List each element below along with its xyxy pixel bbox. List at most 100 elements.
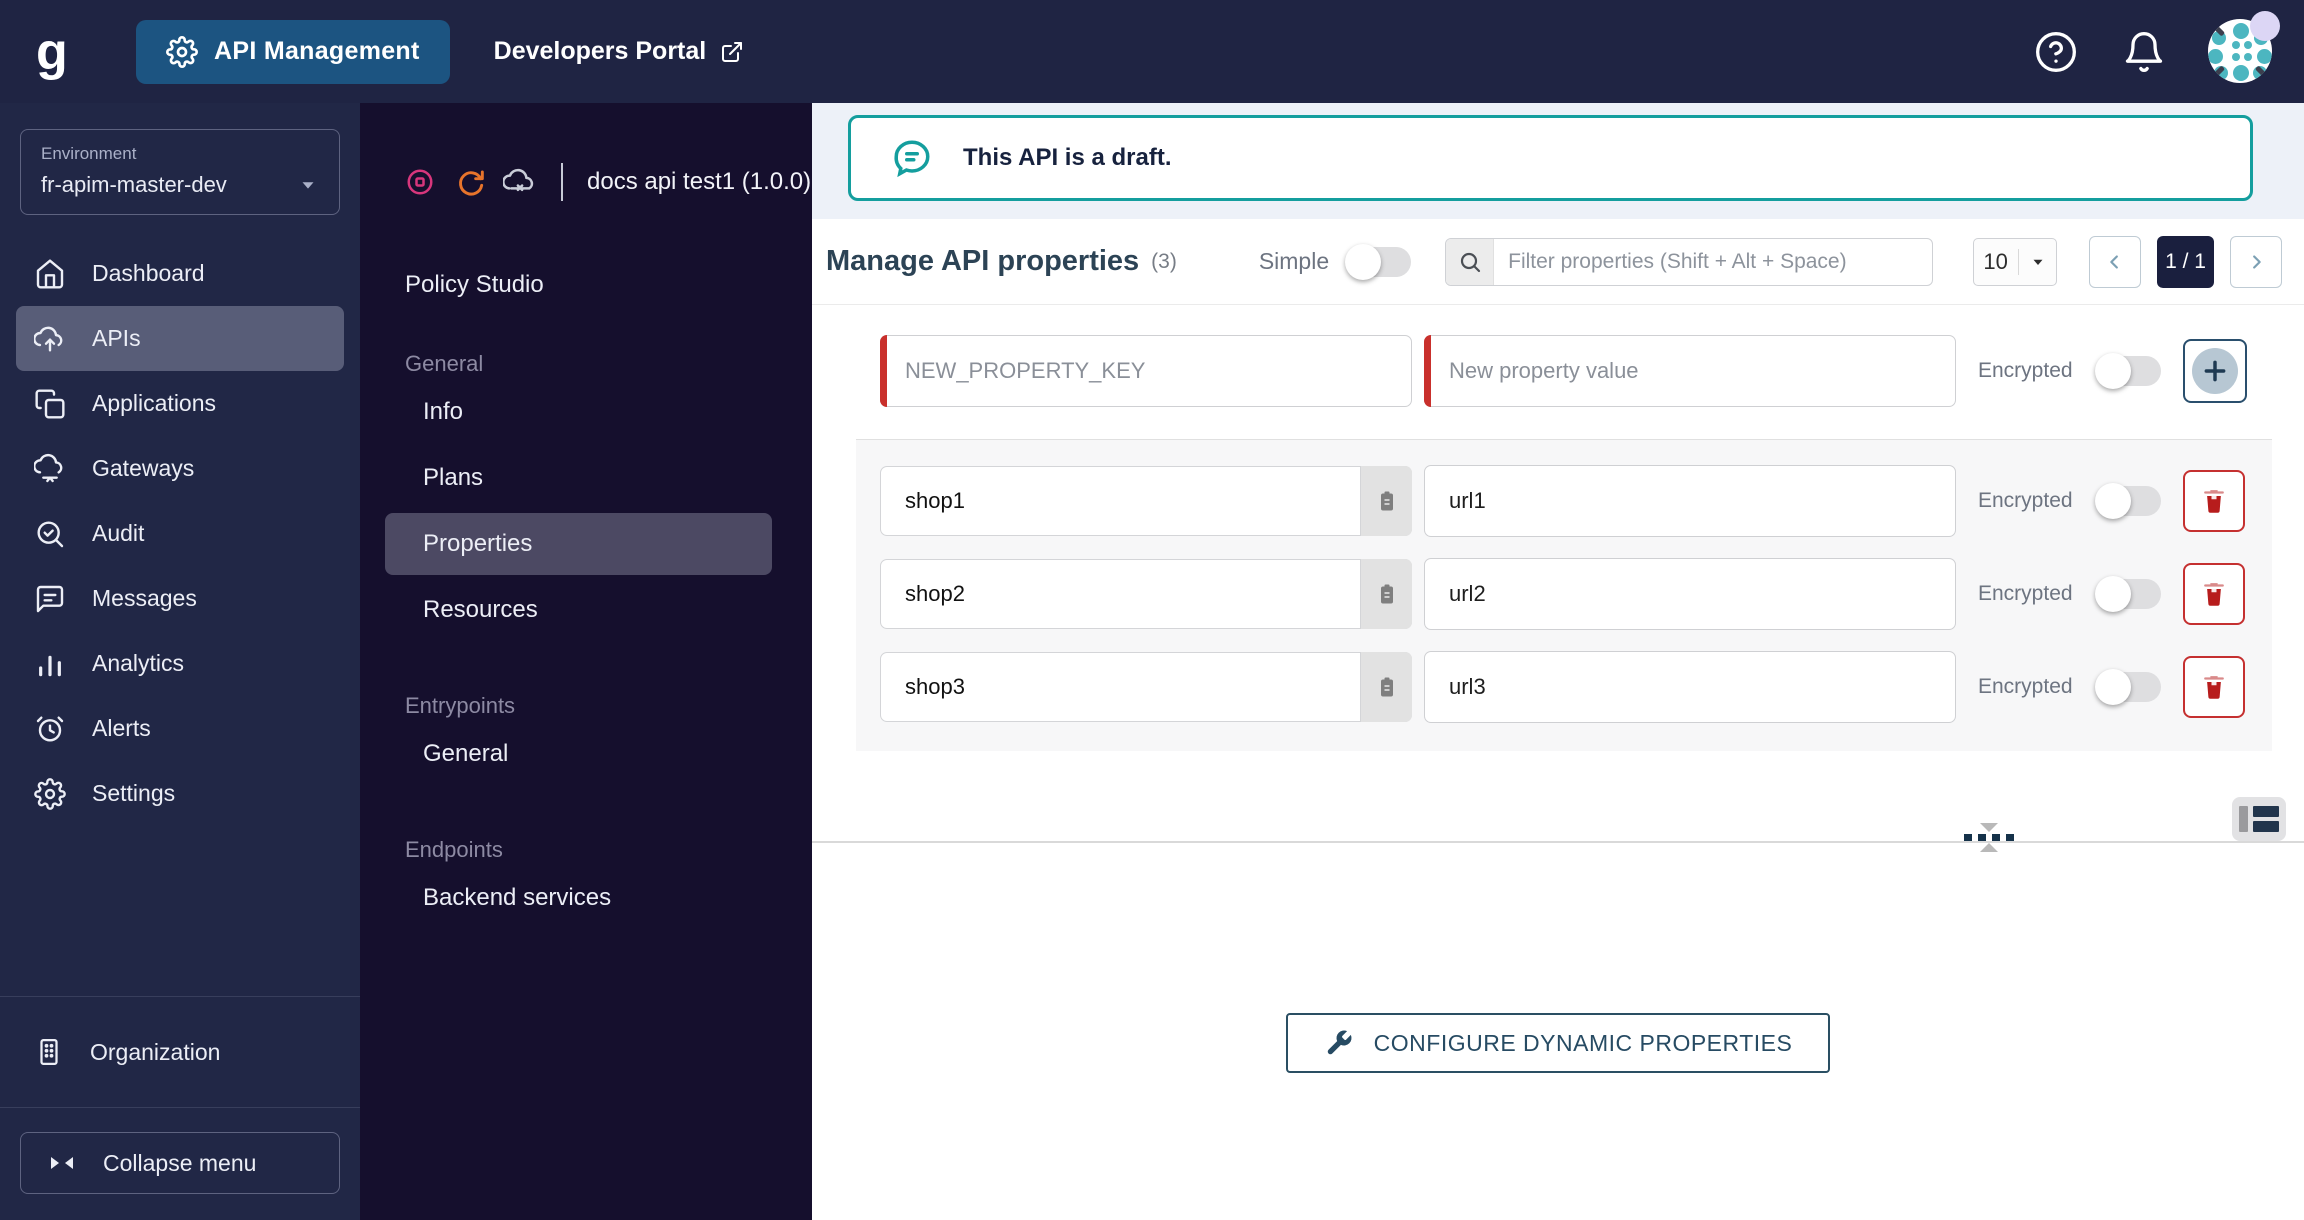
new-property-value-field (1424, 335, 1956, 407)
section-label-general: General (405, 351, 484, 376)
user-avatar[interactable] (2208, 10, 2280, 85)
alarm-icon (36, 715, 64, 742)
menu-item-plans[interactable]: Plans (385, 447, 772, 509)
collapse-menu-button[interactable]: Collapse menu (20, 1132, 340, 1194)
plus-icon (2191, 348, 2238, 394)
sidebar-item-apis[interactable]: APIs (16, 306, 344, 371)
delete-property-button[interactable] (2182, 655, 2245, 718)
encrypted-label: Encrypted (1978, 359, 2073, 382)
divider (812, 841, 2304, 843)
sidebar-item-label: Alerts (92, 715, 151, 741)
trash-icon (2203, 582, 2224, 606)
notifications-bell-icon[interactable] (2122, 30, 2166, 74)
sidebar-item-label: Analytics (92, 650, 185, 676)
encrypted-label: Encrypted (1978, 674, 2073, 698)
external-link-icon (722, 41, 743, 62)
property-encrypted-toggle[interactable] (2094, 668, 2161, 705)
api-title: docs api test1 (1.0.0) (587, 168, 812, 195)
property-value-input[interactable] (1424, 650, 1956, 723)
developers-portal-link[interactable]: Developers Portal (494, 37, 745, 66)
encrypted-label: Encrypted (1978, 488, 2073, 512)
help-icon[interactable] (2034, 30, 2078, 74)
table-row: Encrypted (856, 547, 2272, 640)
sidebar-item-label: Audit (92, 520, 145, 546)
collapse-label: Collapse menu (103, 1149, 257, 1176)
sidebar-item-audit[interactable]: Audit (16, 501, 344, 566)
property-key-input[interactable] (880, 651, 1412, 722)
draft-banner: This API is a draft. (848, 115, 2253, 201)
property-value-field (1424, 464, 1956, 537)
section-label-entrypoints: Entrypoints (405, 693, 516, 718)
clipboard-icon (1380, 584, 1393, 603)
copy-icon (35, 388, 65, 419)
new-property-key-field (880, 335, 1412, 407)
sidebar-item-label: Applications (92, 390, 217, 416)
new-property-value-input[interactable] (1424, 335, 1956, 407)
speech-bubble-icon (894, 140, 930, 178)
sidebar-item-organization[interactable]: Organization (0, 997, 360, 1107)
sidebar-item-alerts[interactable]: Alerts (16, 696, 344, 761)
table-row: Encrypted (856, 454, 2272, 547)
simple-toggle[interactable] (1345, 243, 1412, 280)
environment-label: Environment (41, 144, 137, 163)
sidebar-item-messages[interactable]: Messages (16, 566, 344, 631)
property-key-input[interactable] (880, 465, 1412, 536)
simple-toggle-label: Simple (1258, 248, 1330, 274)
filter-properties-input[interactable] (1494, 249, 1933, 274)
environment-value: fr-apim-master-dev (41, 172, 227, 197)
menu-item-properties[interactable]: Properties (385, 513, 772, 575)
api-management-button[interactable]: API Management (136, 19, 450, 84)
property-value-input[interactable] (1424, 464, 1956, 537)
sidebar-item-gateways[interactable]: Gateways (16, 436, 344, 501)
page-indicator: 1 / 1 (2157, 235, 2214, 288)
delete-property-button[interactable] (2182, 469, 2245, 532)
menu-item-entrypoints-general[interactable]: General (385, 723, 772, 785)
menu-item-label: Properties (423, 530, 533, 557)
property-encrypted-toggle[interactable] (2094, 482, 2161, 519)
gravitee-logo: g (36, 22, 68, 81)
home-icon (36, 258, 64, 289)
environment-selector[interactable]: Environment fr-apim-master-dev (20, 129, 340, 215)
page-size-select[interactable]: 10 (1973, 237, 2058, 286)
sidebar-item-settings[interactable]: Settings (16, 761, 344, 826)
add-property-button[interactable] (2182, 339, 2247, 403)
copy-to-clipboard-button[interactable] (1360, 651, 1412, 722)
property-encrypted-toggle[interactable] (2094, 575, 2161, 612)
divider (561, 163, 563, 201)
avatar-status-badge (2250, 10, 2280, 41)
copy-to-clipboard-button[interactable] (1360, 558, 1412, 629)
property-value-input[interactable] (1424, 557, 1956, 630)
menu-item-backend-services[interactable]: Backend services (385, 867, 772, 929)
next-page-button[interactable] (2230, 235, 2282, 288)
stop-circle-icon (407, 169, 433, 195)
cloud-upload-icon (34, 326, 63, 352)
main-sidebar: Environment fr-apim-master-dev Dashboard… (0, 103, 360, 1220)
property-value-field (1424, 557, 1956, 630)
menu-item-resources[interactable]: Resources (385, 579, 772, 641)
layout-toggle-button[interactable] (2232, 797, 2286, 841)
sidebar-item-label: Messages (92, 585, 197, 611)
sidebar-item-dashboard[interactable]: Dashboard (16, 241, 344, 306)
new-property-key-input[interactable] (880, 335, 1412, 407)
sidebar-item-label: APIs (92, 325, 141, 351)
prev-page-button[interactable] (2089, 235, 2142, 288)
chevron-down-icon (302, 182, 314, 189)
copy-to-clipboard-button[interactable] (1360, 465, 1412, 536)
new-property-encrypted-toggle[interactable] (2094, 353, 2161, 389)
message-icon (36, 585, 64, 612)
property-key-input[interactable] (880, 558, 1412, 629)
configure-dynamic-properties-button[interactable]: CONFIGURE DYNAMIC PROPERTIES (1285, 1013, 1831, 1073)
filter-field (1445, 237, 1934, 286)
menu-item-info[interactable]: Info (385, 381, 772, 443)
sidebar-item-label: Dashboard (92, 260, 205, 286)
menu-item-policy-studio[interactable]: Policy Studio (360, 271, 812, 299)
delete-property-button[interactable] (2182, 562, 2245, 625)
sidebar-item-analytics[interactable]: Analytics (16, 631, 344, 696)
property-key-field (880, 558, 1412, 629)
sidebar-item-applications[interactable]: Applications (16, 371, 344, 436)
wrench-icon (1327, 1030, 1352, 1055)
property-key-field (880, 465, 1412, 536)
menu-item-label: Backend services (423, 884, 612, 911)
resize-drag-handle[interactable] (1964, 823, 2014, 852)
menu-item-label: Plans (423, 464, 484, 491)
